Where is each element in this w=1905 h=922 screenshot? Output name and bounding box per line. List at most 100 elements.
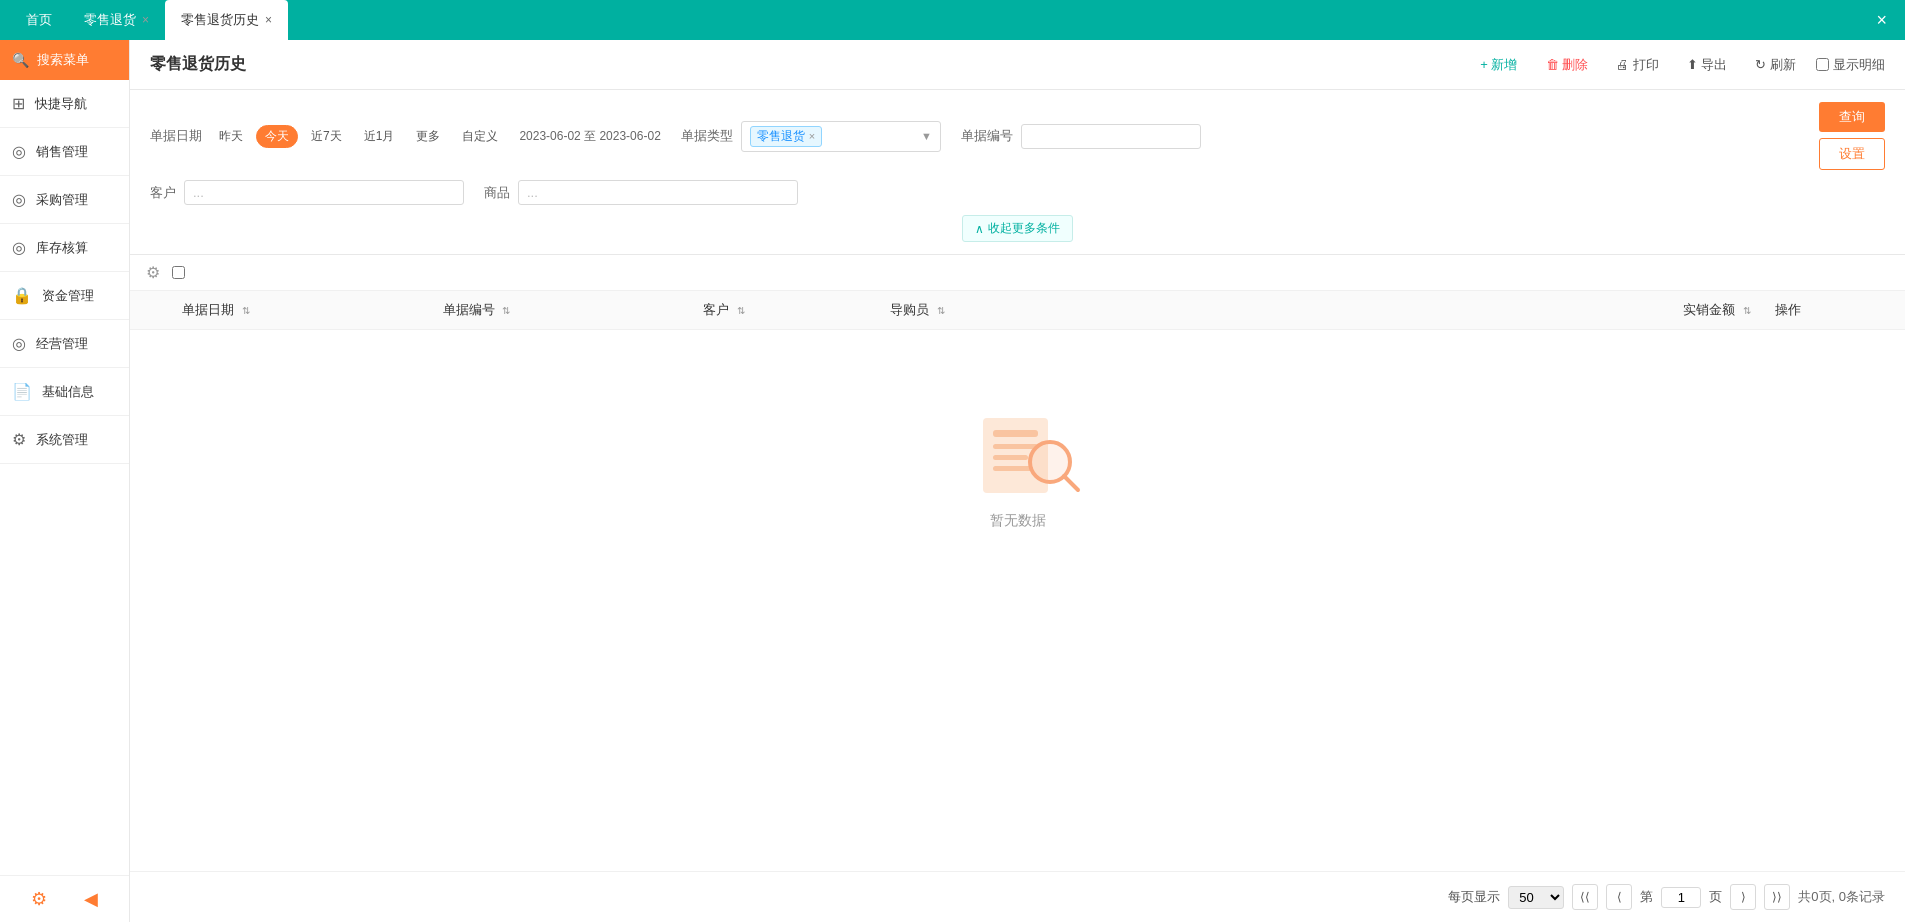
content-area: 零售退货历史 + 新增 🗑 删除 🖨 打印 ⬆ 导出 ↻ 刷新 显示明细 单据日…	[130, 40, 1905, 922]
tab-retail-return[interactable]: 零售退货 ×	[68, 0, 165, 40]
tab-retail-return-close[interactable]: ×	[142, 13, 149, 27]
prev-page-button[interactable]: ⟨	[1606, 884, 1632, 910]
sidebar-item-finance[interactable]: 🔒 资金管理	[0, 272, 129, 320]
type-tag-close[interactable]: ×	[809, 130, 815, 142]
th-customer-sort-icon: ⇅	[737, 305, 745, 316]
sidebar-item-basic-info[interactable]: 📄 基础信息	[0, 368, 129, 416]
sidebar-search[interactable]: 🔍 搜索菜单	[0, 40, 129, 80]
th-customer[interactable]: 客户 ⇅	[691, 291, 878, 330]
voucher-filter-label: 单据编号	[961, 127, 1013, 145]
sidebar-item-inventory[interactable]: ◎ 库存核算	[0, 224, 129, 272]
sidebar-item-purchase-mgmt[interactable]: ◎ 采购管理	[0, 176, 129, 224]
sidebar-item-quick-nav[interactable]: ⊞ 快捷导航	[0, 80, 129, 128]
svg-rect-1	[993, 430, 1038, 437]
print-button[interactable]: 🖨 打印	[1608, 52, 1667, 78]
date-btn-yesterday[interactable]: 昨天	[210, 125, 252, 148]
search-icon: 🔍	[12, 52, 29, 68]
type-select[interactable]: 零售退货 × ▼	[741, 121, 941, 152]
date-btn-today[interactable]: 今天	[256, 125, 298, 148]
th-guide[interactable]: 导购员 ⇅	[878, 291, 1102, 330]
export-button[interactable]: ⬆ 导出	[1679, 52, 1736, 78]
goods-select[interactable]: ...	[518, 180, 798, 205]
th-guide-sort-icon: ⇅	[937, 305, 945, 316]
tab-retail-return-history-close[interactable]: ×	[265, 13, 272, 27]
page-unit: 页	[1709, 888, 1722, 906]
tab-retail-return-history[interactable]: 零售退货历史 ×	[165, 0, 288, 40]
purchase-icon: ◎	[12, 190, 26, 209]
refresh-button[interactable]: ↻ 刷新	[1747, 52, 1804, 78]
date-btn-7days[interactable]: 近7天	[302, 125, 351, 148]
th-date-sort-icon: ⇅	[242, 305, 250, 316]
per-page-select[interactable]: 50 10 20 100	[1508, 886, 1564, 909]
customer-filter-label: 客户	[150, 184, 176, 202]
table-settings-icon[interactable]: ⚙	[146, 263, 160, 282]
collapse-button[interactable]: ∧ 收起更多条件	[962, 215, 1073, 242]
svg-rect-3	[993, 455, 1028, 460]
window-close-button[interactable]: ×	[1868, 10, 1895, 30]
empty-state-cell: 暂无数据	[130, 330, 1905, 611]
th-spacer	[1102, 291, 1502, 330]
show-detail-checkbox[interactable]	[1816, 58, 1829, 71]
type-tag: 零售退货 ×	[750, 126, 822, 147]
sidebar: 🔍 搜索菜单 ⊞ 快捷导航 ◎ 销售管理 ◎ 采购管理 ◎ 库存核算 🔒 资金管…	[0, 40, 130, 922]
date-btn-custom[interactable]: 自定义	[453, 125, 507, 148]
th-number[interactable]: 单据编号 ⇅	[431, 291, 692, 330]
data-table: 单据日期 ⇅ 单据编号 ⇅ 客户 ⇅ 导购员 ⇅	[130, 291, 1905, 610]
date-filter-label: 单据日期	[150, 127, 202, 145]
total-info: 共0页, 0条记录	[1798, 888, 1885, 906]
page-actions: + 新增 🗑 删除 🖨 打印 ⬆ 导出 ↻ 刷新 显示明细	[1472, 52, 1885, 78]
sidebar-settings-icon[interactable]: ⚙	[31, 888, 47, 910]
svg-line-6	[1064, 476, 1078, 490]
query-button[interactable]: 查询	[1819, 102, 1885, 132]
page-title: 零售退货历史	[150, 54, 246, 75]
tab-home[interactable]: 首页	[10, 11, 68, 29]
delete-button[interactable]: 🗑 删除	[1538, 52, 1597, 78]
voucher-input[interactable]	[1021, 124, 1201, 149]
sidebar-item-sales-mgmt[interactable]: ◎ 销售管理	[0, 128, 129, 176]
sys-mgmt-icon: ⚙	[12, 430, 26, 449]
collapse-label: 收起更多条件	[988, 220, 1060, 237]
select-all-checkbox[interactable]	[172, 266, 185, 279]
date-filter-buttons: 昨天 今天 近7天 近1月 更多 自定义	[210, 125, 507, 148]
date-range-display: 2023-06-02 至 2023-06-02	[519, 128, 660, 145]
date-btn-more[interactable]: 更多	[407, 125, 449, 148]
customer-filter: 客户 ...	[150, 180, 464, 205]
top-bar-right: ×	[1868, 10, 1895, 31]
table-container: ⚙ 单据日期 ⇅ 单据编号 ⇅	[130, 255, 1905, 871]
page-label: 第	[1640, 888, 1653, 906]
type-filter: 单据类型 零售退货 × ▼	[681, 121, 941, 152]
inventory-icon: ◎	[12, 238, 26, 257]
sidebar-item-sys-mgmt[interactable]: ⚙ 系统管理	[0, 416, 129, 464]
customer-select[interactable]: ...	[184, 180, 464, 205]
sidebar-item-sys-mgmt-label: 系统管理	[36, 431, 88, 449]
new-button[interactable]: + 新增	[1472, 52, 1525, 78]
goods-filter-label: 商品	[484, 184, 510, 202]
filter-row-2: 客户 ... 商品 ...	[150, 180, 1885, 205]
type-select-arrow: ▼	[921, 130, 932, 142]
sidebar-item-sales-label: 销售管理	[36, 143, 88, 161]
th-amount[interactable]: 实销金额 ⇅	[1502, 291, 1763, 330]
pagination: 每页显示 50 10 20 100 ⟨⟨ ⟨ 第 页 ⟩ ⟩⟩ 共0页, 0条记…	[130, 871, 1905, 922]
sidebar-collapse-icon[interactable]: ◀	[84, 888, 98, 910]
settings-button[interactable]: 设置	[1819, 138, 1885, 170]
sidebar-item-operations[interactable]: ◎ 经营管理	[0, 320, 129, 368]
sales-icon: ◎	[12, 142, 26, 161]
next-page-button[interactable]: ⟩	[1730, 884, 1756, 910]
show-detail-checkbox-label[interactable]: 显示明细	[1816, 56, 1885, 74]
first-page-button[interactable]: ⟨⟨	[1572, 884, 1598, 910]
th-date[interactable]: 单据日期 ⇅	[170, 291, 431, 330]
date-filter: 单据日期 昨天 今天 近7天 近1月 更多 自定义 2023-06-02 至 2…	[150, 125, 661, 148]
page-number-input[interactable]	[1661, 887, 1701, 908]
sidebar-item-purchase-label: 采购管理	[36, 191, 88, 209]
show-detail-label: 显示明细	[1833, 56, 1885, 74]
empty-svg	[968, 410, 1088, 510]
filter-row-1: 单据日期 昨天 今天 近7天 近1月 更多 自定义 2023-06-02 至 2…	[150, 102, 1885, 170]
svg-rect-4	[993, 466, 1033, 471]
sidebar-bottom: ⚙ ◀	[0, 875, 129, 922]
page-header: 零售退货历史 + 新增 🗑 删除 🖨 打印 ⬆ 导出 ↻ 刷新 显示明细	[130, 40, 1905, 90]
date-btn-1month[interactable]: 近1月	[355, 125, 404, 148]
svg-rect-2	[993, 444, 1038, 449]
table-header: 单据日期 ⇅ 单据编号 ⇅ 客户 ⇅ 导购员 ⇅	[130, 291, 1905, 330]
type-filter-label: 单据类型	[681, 127, 733, 145]
last-page-button[interactable]: ⟩⟩	[1764, 884, 1790, 910]
